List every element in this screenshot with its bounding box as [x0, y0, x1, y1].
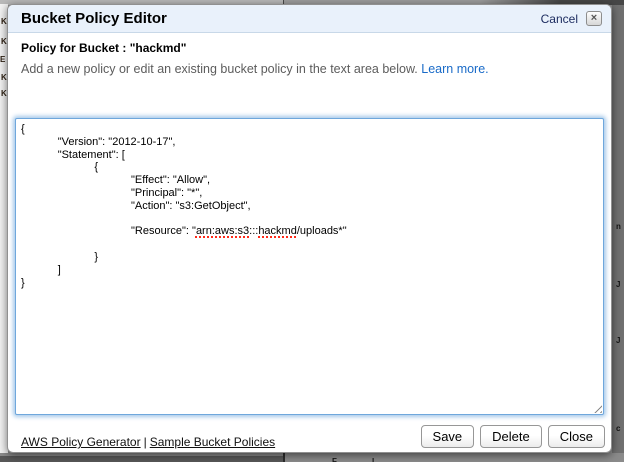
description-text: Add a new policy or edit an existing buc…: [21, 62, 489, 76]
learn-more-link[interactable]: Learn more.: [421, 62, 488, 76]
bucket-policy-editor-dialog: Bucket Policy Editor Cancel × Policy for…: [7, 4, 612, 453]
footer-links: AWS Policy Generator|Sample Bucket Polic…: [21, 435, 275, 449]
background-text-fragment: c: [616, 425, 620, 433]
policy-line: "Action": "s3:GetObject",: [21, 200, 598, 213]
resource-separator: :::: [249, 225, 258, 237]
close-dialog-button[interactable]: Close: [548, 425, 605, 448]
footer-buttons: Save Delete Close: [421, 425, 605, 448]
policy-line: "Statement": [: [21, 149, 598, 162]
delete-button[interactable]: Delete: [480, 425, 542, 448]
resource-bucket-misspelled: hackmd: [258, 225, 297, 237]
save-button[interactable]: Save: [421, 425, 475, 448]
policy-line: "Effect": "Allow",: [21, 174, 598, 187]
policy-textarea[interactable]: { "Version": "2012-10-17", "Statement": …: [15, 118, 604, 415]
background-text-fragment: K: [1, 18, 7, 26]
background-text-fragment: K: [1, 38, 7, 46]
policy-line: }: [21, 251, 598, 264]
background-right-strip: n J J c: [612, 5, 624, 455]
background-text-fragment: n: [616, 223, 621, 231]
close-button[interactable]: ×: [586, 11, 602, 26]
background-text-fragment: K: [1, 90, 7, 98]
policy-line: }: [21, 277, 598, 290]
background-bottom-strip: F l: [0, 453, 624, 462]
background-text-fragment: l: [372, 458, 374, 462]
policy-resource-line: "Resource": "arn:aws:s3:::hackmd/uploads…: [21, 213, 598, 251]
link-separator: |: [144, 435, 147, 449]
policy-line: "Version": "2012-10-17",: [21, 136, 598, 149]
background-bottom-left: [0, 456, 283, 462]
policy-line: {: [21, 123, 598, 136]
policy-line: {: [21, 161, 598, 174]
cancel-link[interactable]: Cancel: [541, 12, 578, 26]
background-text-fragment: F: [332, 458, 337, 462]
background-text-fragment: K: [1, 74, 7, 82]
policy-for-bucket-label: Policy for Bucket : "hackmd": [21, 41, 186, 55]
description-body: Add a new policy or edit an existing buc…: [21, 62, 418, 76]
close-icon: ×: [591, 13, 597, 24]
resource-arn-misspelled: arn:aws:s3: [196, 225, 249, 237]
aws-policy-generator-link[interactable]: AWS Policy Generator: [21, 435, 141, 449]
resource-suffix: /uploads*": [297, 225, 347, 237]
background-text-fragment: E: [0, 56, 5, 64]
sample-bucket-policies-link[interactable]: Sample Bucket Policies: [150, 435, 275, 449]
policy-line: ]: [21, 264, 598, 277]
background-text-fragment: J: [616, 281, 620, 289]
resource-prefix: "Resource": ": [39, 225, 196, 237]
dialog-title: Bucket Policy Editor: [21, 10, 541, 27]
background-divider: [283, 453, 285, 462]
policy-line: "Principal": "*",: [21, 187, 598, 200]
dialog-header: Bucket Policy Editor Cancel ×: [8, 5, 611, 33]
textarea-resize-handle[interactable]: [591, 402, 602, 413]
background-text-fragment: J: [616, 337, 620, 345]
